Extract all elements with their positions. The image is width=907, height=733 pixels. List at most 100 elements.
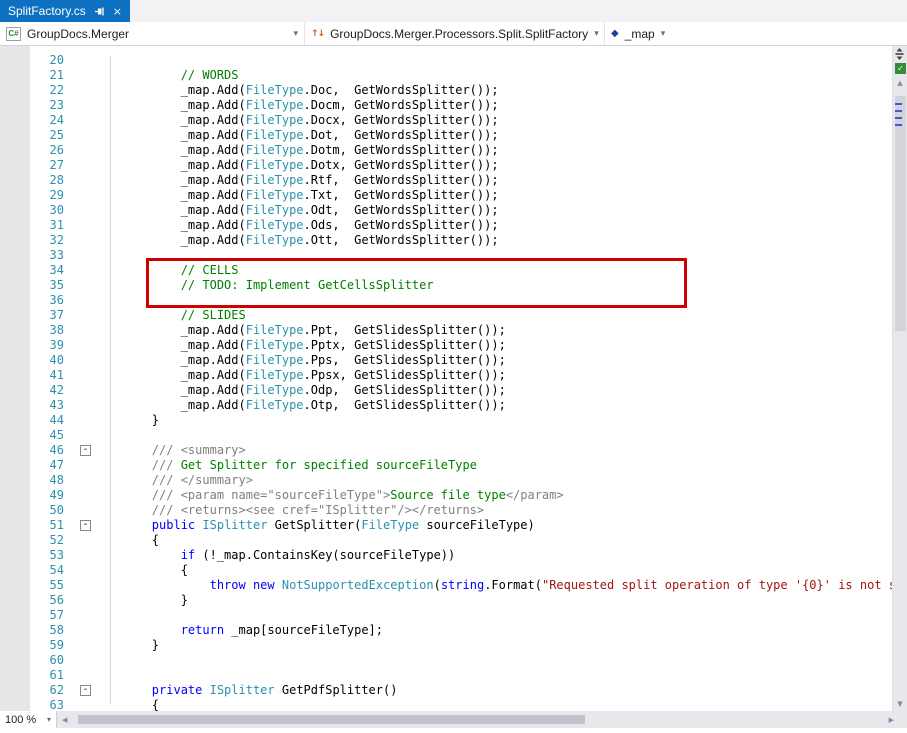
line-number[interactable]: 52 <box>30 533 70 548</box>
line-number[interactable]: 57 <box>30 608 70 623</box>
code-line[interactable]: 23 _map.Add(FileType.Docm, GetWordsSplit… <box>30 98 892 113</box>
fold-toggle[interactable]: - <box>80 685 91 696</box>
code-text[interactable]: _map.Add(FileType.Dotm, GetWordsSplitter… <box>94 143 499 158</box>
code-line[interactable]: 47 /// Get Splitter for specified source… <box>30 458 892 473</box>
code-line[interactable]: 25 _map.Add(FileType.Dot, GetWordsSplitt… <box>30 128 892 143</box>
line-number[interactable]: 45 <box>30 428 70 443</box>
code-line[interactable]: 52 { <box>30 533 892 548</box>
code-text[interactable]: _map.Add(FileType.Ods, GetWordsSplitter(… <box>94 218 499 233</box>
code-text[interactable]: /// </summary> <box>94 473 253 488</box>
scroll-left-arrow[interactable]: ◀ <box>62 716 67 724</box>
vertical-scroll-thumb[interactable] <box>895 96 906 331</box>
line-number[interactable]: 31 <box>30 218 70 233</box>
line-number[interactable]: 50 <box>30 503 70 518</box>
horizontal-scrollbar[interactable]: ◀ ▶ <box>57 711 907 728</box>
file-health-indicator[interactable]: ✓ <box>895 63 906 74</box>
code-text[interactable]: _map.Add(FileType.Doc, GetWordsSplitter(… <box>94 83 499 98</box>
line-number[interactable]: 30 <box>30 203 70 218</box>
line-number[interactable]: 32 <box>30 233 70 248</box>
type-dropdown[interactable]: ↑↓ GroupDocs.Merger.Processors.Split.Spl… <box>305 22 605 45</box>
line-number[interactable]: 44 <box>30 413 70 428</box>
code-line[interactable]: 24 _map.Add(FileType.Docx, GetWordsSplit… <box>30 113 892 128</box>
line-number[interactable]: 59 <box>30 638 70 653</box>
line-number[interactable]: 29 <box>30 188 70 203</box>
line-number[interactable]: 60 <box>30 653 70 668</box>
line-number[interactable]: 43 <box>30 398 70 413</box>
fold-toggle[interactable]: - <box>80 520 91 531</box>
line-number[interactable]: 53 <box>30 548 70 563</box>
line-number[interactable]: 61 <box>30 668 70 683</box>
code-text[interactable]: } <box>94 638 159 653</box>
line-number[interactable]: 56 <box>30 593 70 608</box>
code-line[interactable]: 45 <box>30 428 892 443</box>
line-number[interactable]: 25 <box>30 128 70 143</box>
line-number[interactable]: 41 <box>30 368 70 383</box>
code-line[interactable]: 58 return _map[sourceFileType]; <box>30 623 892 638</box>
code-text[interactable]: _map.Add(FileType.Txt, GetWordsSplitter(… <box>94 188 499 203</box>
code-text[interactable]: /// Get Splitter for specified sourceFil… <box>94 458 477 473</box>
code-line[interactable]: 32 _map.Add(FileType.Ott, GetWordsSplitt… <box>30 233 892 248</box>
line-number[interactable]: 42 <box>30 383 70 398</box>
code-text[interactable]: _map.Add(FileType.Ppsx, GetSlidesSplitte… <box>94 368 506 383</box>
scroll-down-arrow[interactable]: ▼ <box>893 700 907 708</box>
code-text[interactable]: _map.Add(FileType.Dot, GetWordsSplitter(… <box>94 128 499 143</box>
code-text[interactable]: if (!_map.ContainsKey(sourceFileType)) <box>94 548 456 563</box>
project-dropdown[interactable]: C# GroupDocs.Merger ▾ <box>0 22 305 45</box>
code-text[interactable]: _map.Add(FileType.Pptx, GetSlidesSplitte… <box>94 338 506 353</box>
code-line[interactable]: 29 _map.Add(FileType.Txt, GetWordsSplitt… <box>30 188 892 203</box>
code-text[interactable]: _map.Add(FileType.Dotx, GetWordsSplitter… <box>94 158 499 173</box>
scroll-up-arrow[interactable]: ▲ <box>893 79 907 87</box>
line-number[interactable]: 21 <box>30 68 70 83</box>
code-text[interactable]: _map.Add(FileType.Docx, GetWordsSplitter… <box>94 113 499 128</box>
line-number[interactable]: 58 <box>30 623 70 638</box>
code-text[interactable]: private ISplitter GetPdfSplitter() <box>94 683 398 698</box>
line-number[interactable]: 22 <box>30 83 70 98</box>
zoom-select[interactable]: 100 % ▾ <box>0 711 57 728</box>
vertical-scrollbar[interactable]: ✓ ▲ ▼ <box>892 46 907 711</box>
line-number[interactable]: 49 <box>30 488 70 503</box>
code-line[interactable]: 49 /// <param name="sourceFileType">Sour… <box>30 488 892 503</box>
code-text[interactable]: // SLIDES <box>94 308 246 323</box>
code-text[interactable]: // WORDS <box>94 68 239 83</box>
code-text[interactable]: throw new NotSupportedException(string.F… <box>94 578 892 593</box>
code-text[interactable]: public ISplitter GetSplitter(FileType so… <box>94 518 535 533</box>
tab-pin-button[interactable] <box>94 6 105 17</box>
code-line[interactable]: 59 } <box>30 638 892 653</box>
line-number[interactable]: 20 <box>30 53 70 68</box>
code-text[interactable]: /// <param name="sourceFileType">Source … <box>94 488 564 503</box>
fold-toggle[interactable]: - <box>80 445 91 456</box>
line-number[interactable]: 46 <box>30 443 70 458</box>
code-text[interactable]: return _map[sourceFileType]; <box>94 623 383 638</box>
line-number[interactable]: 26 <box>30 143 70 158</box>
line-number[interactable]: 23 <box>30 98 70 113</box>
scroll-right-arrow[interactable]: ▶ <box>889 716 894 724</box>
code-text[interactable]: _map.Add(FileType.Pps, GetSlidesSplitter… <box>94 353 506 368</box>
code-line[interactable]: 48 /// </summary> <box>30 473 892 488</box>
code-line[interactable]: 37 // SLIDES <box>30 308 892 323</box>
line-number[interactable]: 38 <box>30 323 70 338</box>
line-number[interactable]: 24 <box>30 113 70 128</box>
code-text[interactable]: } <box>94 593 188 608</box>
line-number[interactable]: 63 <box>30 698 70 711</box>
line-number[interactable]: 55 <box>30 578 70 593</box>
tab-splitfactory[interactable]: SplitFactory.cs × <box>0 0 131 22</box>
code-text[interactable]: /// <summary> <box>94 443 246 458</box>
code-line[interactable]: 63 { <box>30 698 892 711</box>
code-text[interactable]: { <box>94 533 159 548</box>
code-line[interactable]: 54 { <box>30 563 892 578</box>
code-line[interactable]: 21 // WORDS <box>30 68 892 83</box>
code-line[interactable]: 41 _map.Add(FileType.Ppsx, GetSlidesSpli… <box>30 368 892 383</box>
code-editor[interactable]: 20 21 // WORDS 22 _map.Add(FileType.Doc, G… <box>0 46 907 711</box>
member-dropdown[interactable]: ◆ _map ▾ <box>605 22 667 45</box>
code-text[interactable]: } <box>94 413 159 428</box>
line-number[interactable]: 34 <box>30 263 70 278</box>
code-text[interactable]: _map.Add(FileType.Odp, GetSlidesSplitter… <box>94 383 506 398</box>
code-line[interactable]: 53 if (!_map.ContainsKey(sourceFileType)… <box>30 548 892 563</box>
code-text[interactable]: _map.Add(FileType.Otp, GetSlidesSplitter… <box>94 398 506 413</box>
code-line[interactable]: 61 <box>30 668 892 683</box>
code-line[interactable]: 39 _map.Add(FileType.Pptx, GetSlidesSpli… <box>30 338 892 353</box>
line-number[interactable]: 40 <box>30 353 70 368</box>
line-number[interactable]: 54 <box>30 563 70 578</box>
code-text[interactable]: { <box>94 563 188 578</box>
code-line[interactable]: 30 _map.Add(FileType.Odt, GetWordsSplitt… <box>30 203 892 218</box>
